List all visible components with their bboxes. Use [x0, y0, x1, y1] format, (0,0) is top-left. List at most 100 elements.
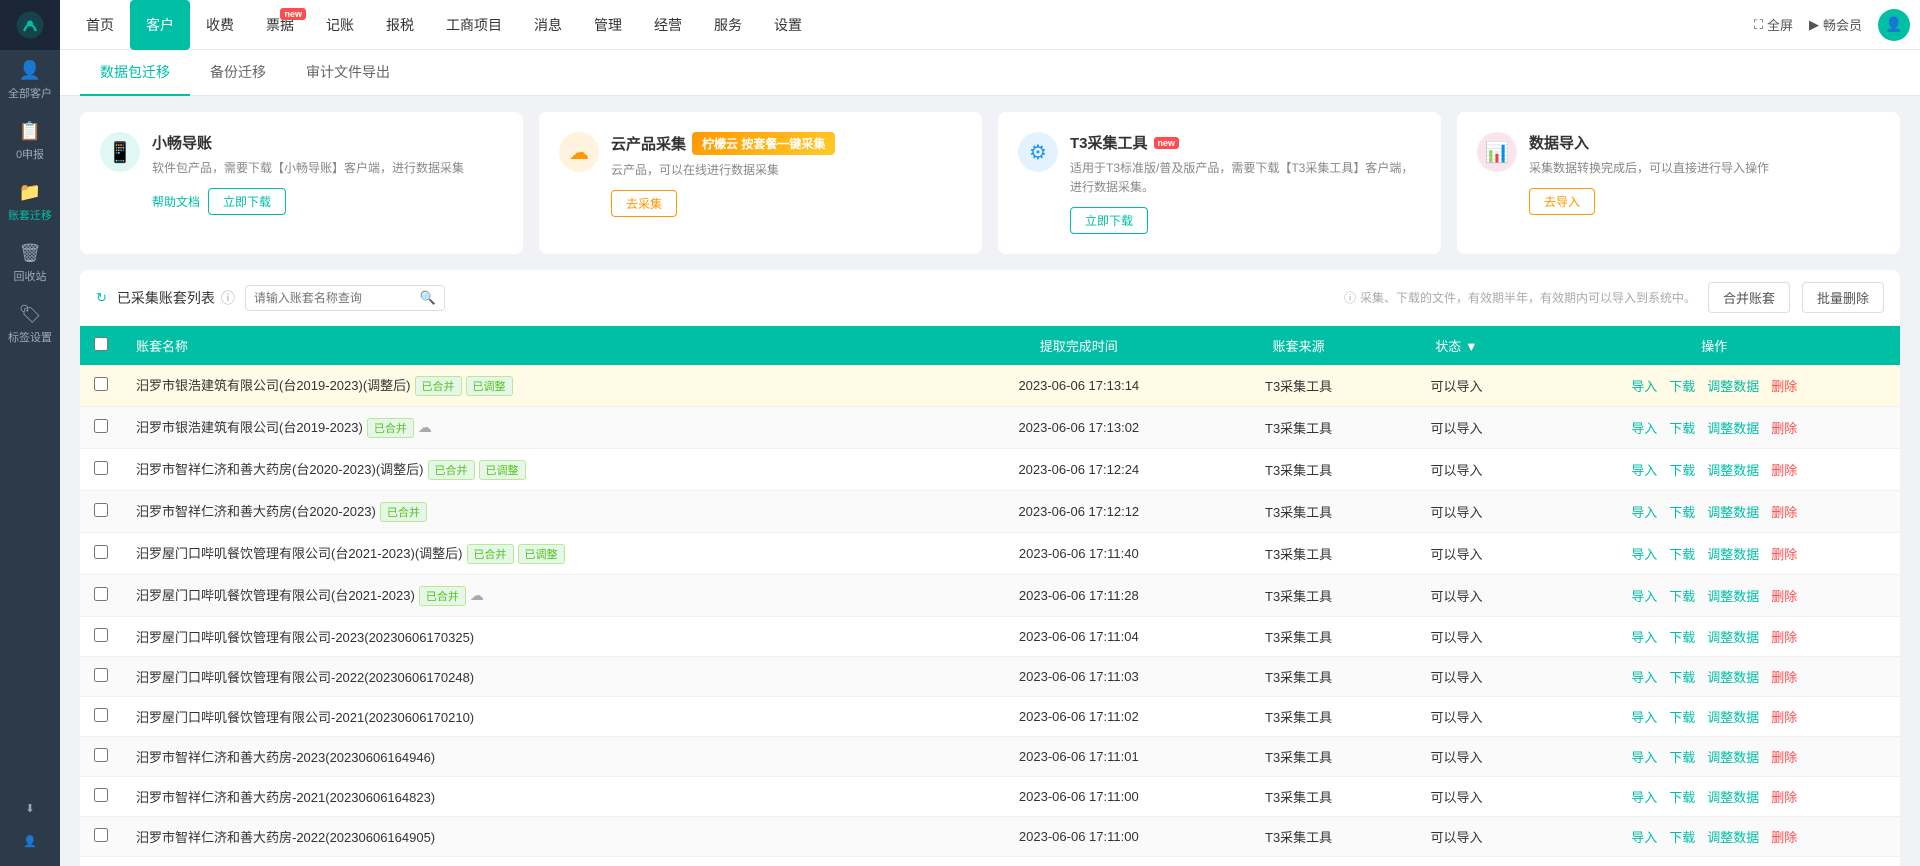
adjust-data-action[interactable]: 调整数据	[1707, 710, 1759, 725]
sidebar-item-all-clients[interactable]: 👤 全部客户	[0, 50, 60, 111]
download-action[interactable]: 下载	[1669, 463, 1695, 478]
download-action[interactable]: 下载	[1669, 630, 1695, 645]
nav-services[interactable]: 服务	[698, 0, 758, 50]
nav-settings[interactable]: 设置	[758, 0, 818, 50]
help-doc-link[interactable]: 帮助文档	[152, 193, 200, 210]
download-action[interactable]: 下载	[1669, 710, 1695, 725]
import-action[interactable]: 导入	[1631, 630, 1657, 645]
download-action[interactable]: 下载	[1669, 670, 1695, 685]
col-status[interactable]: 状态 ▼	[1384, 326, 1528, 365]
adjust-data-action[interactable]: 调整数据	[1707, 589, 1759, 604]
go-collect-btn[interactable]: 去采集	[611, 190, 677, 217]
download-action[interactable]: 下载	[1669, 790, 1695, 805]
row-select-checkbox[interactable]	[94, 545, 108, 559]
merge-accounts-btn[interactable]: 合并账套	[1708, 282, 1790, 313]
adjust-data-action[interactable]: 调整数据	[1707, 463, 1759, 478]
nav-messages[interactable]: 消息	[518, 0, 578, 50]
import-action[interactable]: 导入	[1631, 379, 1657, 394]
row-select-checkbox[interactable]	[94, 788, 108, 802]
import-action[interactable]: 导入	[1631, 463, 1657, 478]
row-select-checkbox[interactable]	[94, 377, 108, 391]
row-select-checkbox[interactable]	[94, 587, 108, 601]
go-import-btn[interactable]: 去导入	[1529, 188, 1595, 215]
nav-clients[interactable]: 客户	[130, 0, 190, 50]
import-action[interactable]: 导入	[1631, 589, 1657, 604]
adjust-data-action[interactable]: 调整数据	[1707, 750, 1759, 765]
download-action[interactable]: 下载	[1669, 750, 1695, 765]
nav-billing[interactable]: 收费	[190, 0, 250, 50]
delete-action[interactable]: 删除	[1771, 790, 1797, 805]
delete-action[interactable]: 删除	[1771, 589, 1797, 604]
row-select-checkbox[interactable]	[94, 419, 108, 433]
adjust-data-action[interactable]: 调整数据	[1707, 630, 1759, 645]
import-action[interactable]: 导入	[1631, 710, 1657, 725]
row-select-checkbox[interactable]	[94, 503, 108, 517]
import-action[interactable]: 导入	[1631, 830, 1657, 845]
delete-action[interactable]: 删除	[1771, 547, 1797, 562]
cloud-icon[interactable]: ☁	[418, 419, 432, 435]
adjust-data-action[interactable]: 调整数据	[1707, 379, 1759, 394]
import-action[interactable]: 导入	[1631, 547, 1657, 562]
nav-management[interactable]: 管理	[578, 0, 638, 50]
delete-action[interactable]: 删除	[1771, 505, 1797, 520]
download-action[interactable]: 下载	[1669, 547, 1695, 562]
import-action[interactable]: 导入	[1631, 790, 1657, 805]
delete-action[interactable]: 删除	[1771, 630, 1797, 645]
search-icon[interactable]: 🔍	[420, 290, 436, 306]
adjust-data-action[interactable]: 调整数据	[1707, 830, 1759, 845]
import-action[interactable]: 导入	[1631, 750, 1657, 765]
sidebar-item-zero-report[interactable]: 📋 0申报	[0, 111, 60, 172]
download-now-btn[interactable]: 立即下载	[208, 188, 286, 215]
row-select-checkbox[interactable]	[94, 628, 108, 642]
sidebar-item-label-settings[interactable]: 🏷 标签设置	[0, 294, 60, 355]
sidebar-item-account-migrate[interactable]: 📁 账套迁移	[0, 172, 60, 233]
batch-delete-btn[interactable]: 批量删除	[1802, 282, 1884, 313]
refresh-icon[interactable]: ↻	[96, 290, 107, 306]
tab-backup-migrate[interactable]: 备份迁移	[190, 50, 286, 96]
delete-action[interactable]: 删除	[1771, 830, 1797, 845]
tab-data-migrate[interactable]: 数据包迁移	[80, 50, 190, 96]
download-action[interactable]: 下载	[1669, 421, 1695, 436]
delete-action[interactable]: 删除	[1771, 750, 1797, 765]
import-action[interactable]: 导入	[1631, 670, 1657, 685]
download-action[interactable]: 下载	[1669, 379, 1695, 394]
tab-audit-export[interactable]: 审计文件导出	[286, 50, 410, 96]
delete-action[interactable]: 删除	[1771, 463, 1797, 478]
row-select-checkbox[interactable]	[94, 828, 108, 842]
download-action[interactable]: 下载	[1669, 589, 1695, 604]
sidebar-user-btn[interactable]: 👤	[0, 827, 60, 856]
nav-invoices[interactable]: 票据 new	[250, 0, 310, 50]
nav-tax[interactable]: 报税	[370, 0, 430, 50]
adjust-data-action[interactable]: 调整数据	[1707, 421, 1759, 436]
info-icon[interactable]: ⓘ	[221, 288, 235, 308]
delete-action[interactable]: 删除	[1771, 421, 1797, 436]
user-avatar[interactable]: 👤	[1878, 9, 1910, 41]
t3-download-btn[interactable]: 立即下载	[1070, 207, 1148, 234]
sidebar-download-btn[interactable]: ⬇	[0, 794, 60, 823]
search-input[interactable]	[254, 291, 416, 305]
cloud-tag[interactable]: 柠檬云 按套餐一键采集	[692, 132, 835, 155]
fullscreen-btn[interactable]: ⛶ 全屏	[1754, 15, 1793, 34]
adjust-data-action[interactable]: 调整数据	[1707, 547, 1759, 562]
adjust-data-action[interactable]: 调整数据	[1707, 670, 1759, 685]
nav-operations[interactable]: 经营	[638, 0, 698, 50]
cloud-icon[interactable]: ☁	[470, 587, 484, 603]
nav-business[interactable]: 工商项目	[430, 0, 518, 50]
row-select-checkbox[interactable]	[94, 748, 108, 762]
delete-action[interactable]: 删除	[1771, 710, 1797, 725]
row-select-checkbox[interactable]	[94, 668, 108, 682]
app-logo[interactable]	[0, 0, 60, 50]
adjust-data-action[interactable]: 调整数据	[1707, 790, 1759, 805]
nav-accounting[interactable]: 记账	[310, 0, 370, 50]
import-action[interactable]: 导入	[1631, 421, 1657, 436]
import-action[interactable]: 导入	[1631, 505, 1657, 520]
download-action[interactable]: 下载	[1669, 505, 1695, 520]
nav-home[interactable]: 首页	[70, 0, 130, 50]
vip-btn[interactable]: ▶ 畅会员	[1809, 15, 1862, 34]
row-select-checkbox[interactable]	[94, 708, 108, 722]
download-action[interactable]: 下载	[1669, 830, 1695, 845]
delete-action[interactable]: 删除	[1771, 670, 1797, 685]
row-select-checkbox[interactable]	[94, 461, 108, 475]
select-all-checkbox[interactable]	[94, 337, 108, 351]
adjust-data-action[interactable]: 调整数据	[1707, 505, 1759, 520]
